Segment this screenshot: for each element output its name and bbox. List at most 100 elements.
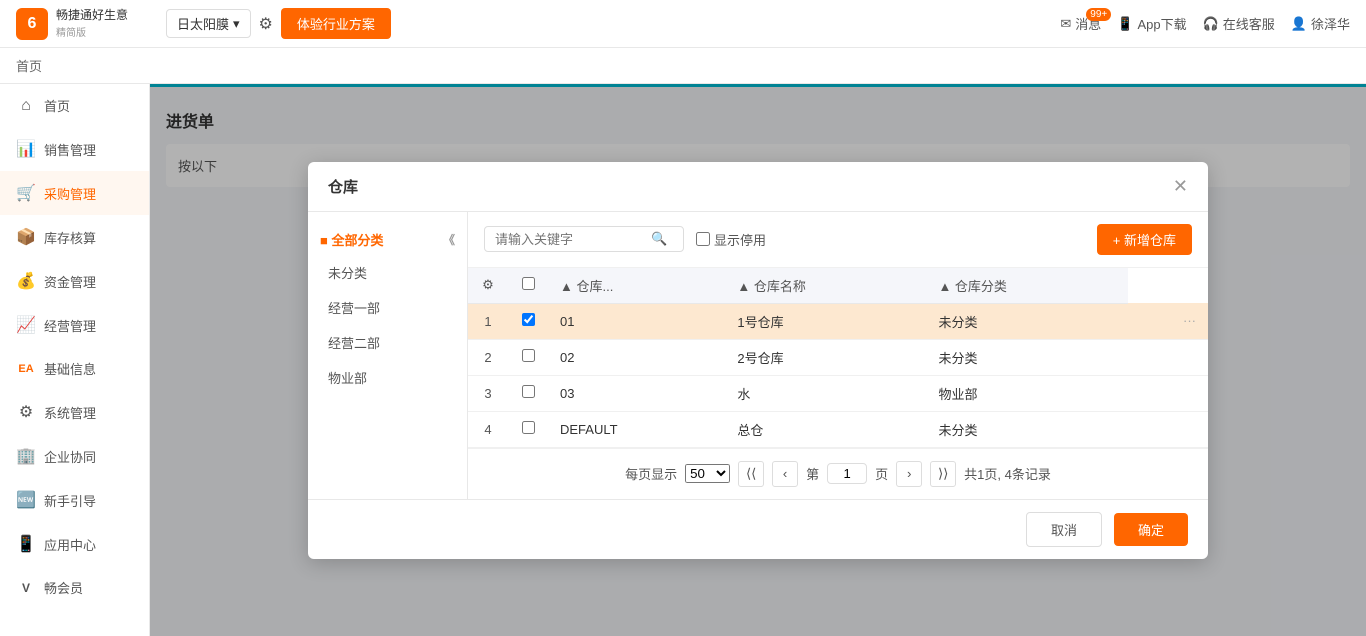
all-categories-label[interactable]: ■ 全部分类 (320, 230, 383, 249)
sidebar-item-operation[interactable]: 📈 经营管理 (0, 303, 149, 347)
phone-icon: 📱 (1117, 16, 1133, 32)
operation-icon: 📈 (16, 315, 36, 335)
page-suffix: 页 (875, 464, 888, 483)
modal-cat-ops1[interactable]: 经营一部 (308, 290, 467, 325)
per-page-label: 每页显示 (625, 464, 677, 483)
inventory-icon: 📦 (16, 227, 36, 247)
app-logo: 6 (16, 8, 48, 40)
td-row-name: 水 (725, 375, 926, 411)
sidebar-label-company: 企业协同 (44, 447, 96, 466)
sidebar-item-system[interactable]: ⚙ 系统管理 (0, 390, 149, 434)
user-avatar: 👤 (1291, 16, 1307, 32)
modal-toolbar: 🔍 显示停用 + 新增仓库 (468, 212, 1208, 268)
sidebar-label-apps: 应用中心 (44, 535, 96, 554)
page-input[interactable] (827, 463, 867, 484)
modal-body: ■ 全部分类 《 未分类 经营一部 经营二部 物业部 (308, 212, 1208, 499)
online-service-label: 在线客服 (1223, 14, 1275, 33)
collapse-icon[interactable]: 《 (443, 231, 455, 248)
td-row-check[interactable] (508, 303, 548, 339)
sidebar-label-basic: 基础信息 (44, 359, 96, 378)
td-row-check[interactable] (508, 339, 548, 375)
app-name: 畅捷通好生意 (56, 8, 128, 24)
gear-icon[interactable]: ⚙ (259, 14, 273, 34)
td-row-num: 1 (468, 303, 508, 339)
td-row-name: 1号仓库 (725, 303, 926, 339)
th-name: ▲ 仓库名称 (725, 268, 926, 304)
apps-icon: 📱 (16, 534, 36, 554)
show-disabled-checkbox[interactable] (696, 232, 710, 246)
sidebar-item-member[interactable]: V 畅会员 (0, 566, 149, 609)
td-row-name: 2号仓库 (725, 339, 926, 375)
breadcrumb-home[interactable]: 首页 (16, 56, 42, 75)
sidebar-item-basic[interactable]: EA 基础信息 (0, 347, 149, 390)
add-warehouse-button[interactable]: + 新增仓库 (1097, 224, 1192, 255)
sidebar-item-sales[interactable]: 📊 销售管理 (0, 127, 149, 171)
modal-header: 仓库 ✕ (308, 162, 1208, 212)
messages-item[interactable]: ✉ 消息 99+ (1060, 14, 1101, 33)
modal-close-button[interactable]: ✕ (1173, 176, 1188, 197)
td-row-check[interactable] (508, 411, 548, 447)
td-row-category: 未分类 (926, 303, 1127, 339)
app-download-item[interactable]: 📱 App下载 (1117, 14, 1186, 33)
table-row[interactable]: 1 01 1号仓库 未分类 ··· (468, 303, 1208, 339)
try-industry-button[interactable]: 体验行业方案 (281, 8, 391, 39)
sidebar-item-apps[interactable]: 📱 应用中心 (0, 522, 149, 566)
finance-icon: 💰 (16, 271, 36, 291)
confirm-button[interactable]: 确定 (1114, 513, 1188, 546)
td-row-category: 未分类 (926, 339, 1127, 375)
guide-icon: 🆕 (16, 490, 36, 510)
modal-cat-property[interactable]: 物业部 (308, 360, 467, 395)
next-page-button[interactable]: › (896, 461, 922, 487)
member-icon: V (16, 581, 36, 595)
warehouse-table-wrap: ⚙ ▲ 仓库... ▲ 仓库名称 (468, 268, 1208, 448)
table-row[interactable]: 3 03 水 物业部 (468, 375, 1208, 411)
td-row-check[interactable] (508, 375, 548, 411)
table-row[interactable]: 4 DEFAULT 总仓 未分类 (468, 411, 1208, 447)
prev-page-button[interactable]: ‹ (772, 461, 798, 487)
sidebar-item-guide[interactable]: 🆕 新手引导 (0, 478, 149, 522)
system-icon: ⚙ (16, 402, 36, 422)
table-row[interactable]: 2 02 2号仓库 未分类 (468, 339, 1208, 375)
first-page-button[interactable]: ⟨⟨ (738, 461, 764, 487)
page-label: 第 (806, 464, 819, 483)
modal-pagination: 每页显示 50 100 ⟨⟨ ‹ 第 页 › ⟩⟩ (468, 448, 1208, 499)
company-icon: 🏢 (16, 446, 36, 466)
last-page-button[interactable]: ⟩⟩ (930, 461, 956, 487)
td-row-category: 物业部 (926, 375, 1127, 411)
search-input[interactable] (495, 232, 645, 247)
content-area: 进货单 按以下 仓库 ✕ ■ 全部分类 《 (150, 84, 1366, 636)
search-input-wrap: 🔍 (484, 226, 684, 252)
sidebar-label-guide: 新手引导 (44, 491, 96, 510)
sidebar-item-purchase[interactable]: 🛒 采购管理 (0, 171, 149, 215)
sidebar-item-finance[interactable]: 💰 资金管理 (0, 259, 149, 303)
show-disabled-label[interactable]: 显示停用 (696, 230, 766, 249)
sidebar-label-purchase: 采购管理 (44, 184, 96, 203)
modal-content-area: 🔍 显示停用 + 新增仓库 (468, 212, 1208, 499)
search-icon: 🔍 (651, 231, 667, 247)
td-row-num: 4 (468, 411, 508, 447)
message-icon: ✉ (1060, 16, 1071, 32)
user-item[interactable]: 👤 徐泽华 (1291, 14, 1350, 33)
main-layout: ⌂ 首页 📊 销售管理 🛒 采购管理 📦 库存核算 💰 资金管理 📈 经营管理 … (0, 84, 1366, 636)
sidebar-label-system: 系统管理 (44, 403, 96, 422)
sidebar-label-finance: 资金管理 (44, 272, 96, 291)
table-header-row: ⚙ ▲ 仓库... ▲ 仓库名称 (468, 268, 1208, 304)
warehouse-modal: 仓库 ✕ ■ 全部分类 《 未分类 经营一部 经营二部 物业部 (308, 162, 1208, 559)
username-label: 徐泽华 (1311, 14, 1350, 33)
td-row-num: 3 (468, 375, 508, 411)
online-service-item[interactable]: 🎧 在线客服 (1203, 14, 1275, 33)
header-right: ✉ 消息 99+ 📱 App下载 🎧 在线客服 👤 徐泽华 (1060, 14, 1350, 33)
sidebar-item-company[interactable]: 🏢 企业协同 (0, 434, 149, 478)
modal-cat-unclassified[interactable]: 未分类 (308, 255, 467, 290)
per-page-select[interactable]: 50 100 (685, 464, 730, 483)
select-all-checkbox[interactable] (522, 277, 535, 290)
sidebar-item-home[interactable]: ⌂ 首页 (0, 84, 149, 127)
td-row-actions[interactable]: ··· (1128, 303, 1208, 339)
modal-cat-ops2[interactable]: 经营二部 (308, 325, 467, 360)
header-middle: 日太阳膜 ▾ ⚙ 体验行业方案 (166, 8, 1060, 39)
store-selector[interactable]: 日太阳膜 ▾ (166, 9, 251, 38)
cancel-button[interactable]: 取消 (1026, 512, 1102, 547)
th-category: ▲ 仓库分类 (926, 268, 1127, 304)
modal-overlay: 仓库 ✕ ■ 全部分类 《 未分类 经营一部 经营二部 物业部 (150, 84, 1366, 636)
sidebar-item-inventory[interactable]: 📦 库存核算 (0, 215, 149, 259)
